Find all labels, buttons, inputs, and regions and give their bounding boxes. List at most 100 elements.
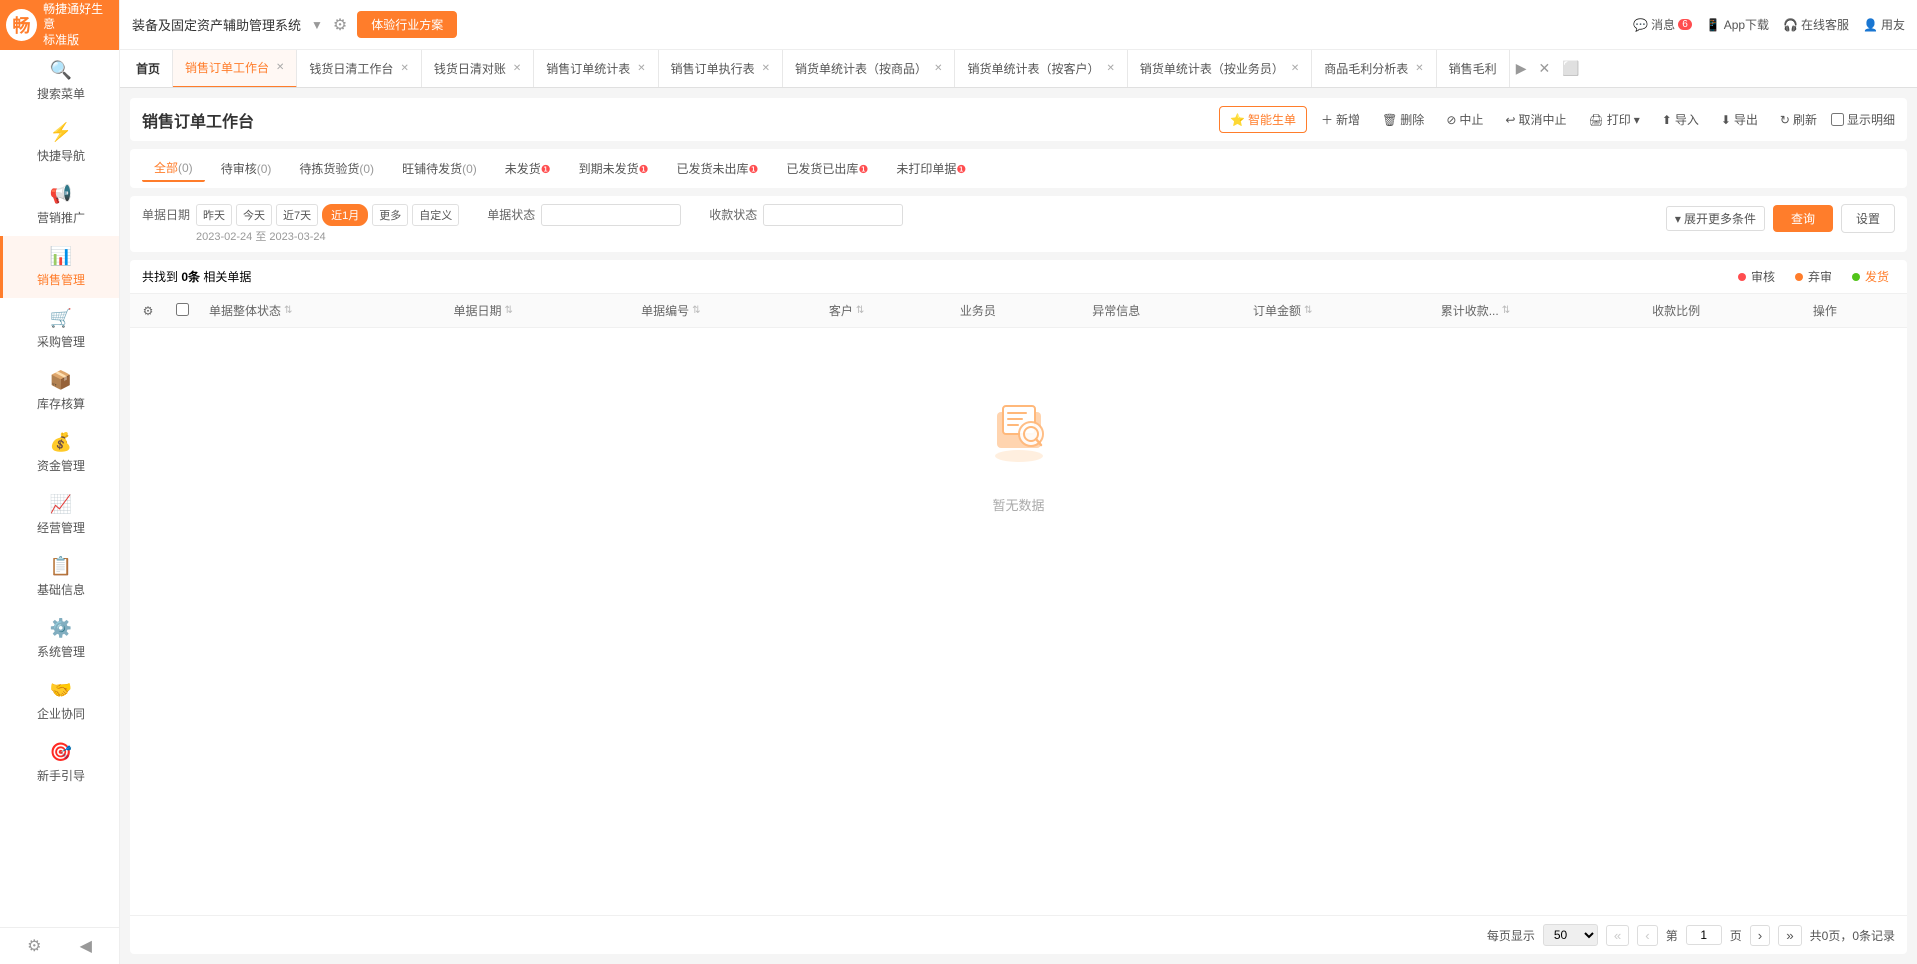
import-btn[interactable]: ⬆ 导入	[1654, 107, 1707, 132]
date-yesterday[interactable]: 昨天	[196, 204, 232, 226]
show-detail-checkbox[interactable]: 显示明细	[1831, 111, 1895, 128]
tab-close-icon[interactable]: ✕	[1415, 63, 1423, 74]
first-page-btn[interactable]: «	[1606, 925, 1629, 946]
app-download-label: App下载	[1724, 16, 1769, 33]
refresh-btn[interactable]: ↻ 刷新	[1772, 107, 1825, 132]
sidebar-item-operation[interactable]: 📈 经营管理	[0, 484, 119, 546]
prev-page-btn[interactable]: ‹	[1637, 925, 1657, 946]
ftab-shipped-not-out[interactable]: 已发货未出库❶	[665, 156, 771, 181]
ship-action-btn[interactable]: 发货	[1846, 266, 1895, 287]
cancel-stop-btn[interactable]: ↩ 取消中止	[1497, 107, 1574, 132]
sidebar-item-quicknav[interactable]: ⚡ 快捷导航	[0, 112, 119, 174]
topbar-dropdown-icon[interactable]: ▼	[311, 18, 323, 32]
sidebar-item-label: 销售管理	[37, 271, 85, 288]
sort-icon[interactable]: ⇅	[856, 305, 864, 316]
tab-sales-workbench[interactable]: 销售订单工作台 ✕	[173, 50, 297, 88]
sidebar-item-newbie[interactable]: 🎯 新手引导	[0, 732, 119, 794]
settings-icon[interactable]: ⚙	[143, 304, 154, 318]
ftab-pending-review[interactable]: 待审核(0)	[209, 156, 284, 181]
ftab-not-printed[interactable]: 未打印单据❶	[884, 156, 978, 181]
ftab-all[interactable]: 全部(0)	[142, 155, 205, 182]
ftab-pending-inspect[interactable]: 待拣货验货(0)	[287, 156, 386, 181]
sidebar-collapse-icon[interactable]: ◀	[80, 936, 92, 956]
sort-icon[interactable]: ⇅	[504, 305, 512, 316]
review-action-btn[interactable]: 审核	[1732, 266, 1781, 287]
delete-btn[interactable]: 🗑 删除	[1374, 107, 1432, 132]
export-btn[interactable]: ⬇ 导出	[1713, 107, 1766, 132]
add-btn[interactable]: ＋ 新增	[1313, 107, 1368, 132]
smart-generate-btn[interactable]: ⭐ 智能生单	[1219, 106, 1307, 133]
print-btn[interactable]: 🖨 打印 ▾	[1580, 107, 1647, 132]
tab-cash-daily[interactable]: 钱货日清工作台 ✕	[297, 50, 421, 88]
sidebar-item-sales[interactable]: 📊 销售管理	[0, 236, 119, 298]
sort-icon[interactable]: ⇅	[1304, 305, 1312, 316]
settings-btn[interactable]: 设置	[1841, 204, 1895, 233]
expand-conditions-btn[interactable]: ▾ 展开更多条件	[1666, 206, 1765, 231]
sidebar-item-finance[interactable]: 💰 资金管理	[0, 422, 119, 484]
tab-close-all[interactable]: ✕	[1532, 60, 1556, 77]
col-salesperson-label: 业务员	[960, 302, 996, 319]
sidebar-item-inventory[interactable]: 📦 库存核算	[0, 360, 119, 422]
tab-product-margin[interactable]: 商品毛利分析表 ✕	[1312, 50, 1436, 88]
tab-sales-profit[interactable]: 销售毛利	[1437, 50, 1510, 88]
sidebar-item-search[interactable]: 🔍 搜索菜单	[0, 50, 119, 112]
select-all-checkbox[interactable]	[176, 303, 189, 316]
sidebar-settings-icon[interactable]: ⚙	[27, 936, 41, 956]
tab-close-icon[interactable]: ✕	[1291, 63, 1299, 74]
sidebar-item-basic[interactable]: 📋 基础信息	[0, 546, 119, 608]
per-page-select[interactable]: 50 10 20 100	[1543, 924, 1598, 946]
query-btn[interactable]: 查询	[1773, 205, 1833, 232]
ftab-not-shipped[interactable]: 未发货❶	[493, 156, 563, 181]
col-amount-label: 订单金额	[1253, 302, 1301, 319]
tab-cash-reconcile[interactable]: 钱货日清对账 ✕	[422, 50, 534, 88]
sort-icon[interactable]: ⇅	[284, 305, 292, 316]
tab-sales-summary-prod[interactable]: 销货单统计表（按商品） ✕	[783, 50, 955, 88]
user-menu-btn[interactable]: 👤 用友	[1863, 16, 1905, 33]
app-download-btn[interactable]: 📱 App下载	[1706, 16, 1769, 33]
date-1month[interactable]: 近1月	[322, 204, 368, 226]
date-more[interactable]: 更多	[372, 204, 408, 226]
tab-close-icon[interactable]: ✕	[276, 62, 284, 73]
tab-expand-icon[interactable]: ⬜	[1556, 60, 1585, 77]
sidebar-item-coop[interactable]: 🤝 企业协同	[0, 670, 119, 732]
tab-home[interactable]: 首页	[124, 50, 173, 88]
tab-close-icon[interactable]: ✕	[1106, 63, 1114, 74]
tab-close-icon[interactable]: ✕	[513, 63, 521, 74]
online-service-btn[interactable]: 🎧 在线客服	[1783, 16, 1849, 33]
tab-sales-summary-cust[interactable]: 销货单统计表（按客户） ✕	[955, 50, 1127, 88]
date-7days[interactable]: 近7天	[276, 204, 318, 226]
message-btn[interactable]: 💬 消息 6	[1633, 16, 1692, 33]
stop-btn[interactable]: ⊘ 中止	[1438, 107, 1491, 132]
sort-icon[interactable]: ⇅	[1502, 305, 1510, 316]
show-detail-label: 显示明细	[1847, 111, 1895, 128]
collection-select[interactable]	[763, 204, 903, 226]
sidebar-item-system[interactable]: ⚙️ 系统管理	[0, 608, 119, 670]
tab-close-icon[interactable]: ✕	[762, 63, 770, 74]
ftab-shipped-out[interactable]: 已发货已出库❶	[774, 156, 880, 181]
date-custom[interactable]: 自定义	[412, 204, 459, 226]
next-page-btn[interactable]: ›	[1750, 925, 1770, 946]
sidebar-item-purchase[interactable]: 🛒 采购管理	[0, 298, 119, 360]
tab-scroll-right[interactable]: ▶	[1510, 60, 1533, 77]
empty-state: 暂无数据	[130, 328, 1907, 574]
tab-sales-exec[interactable]: 销售订单执行表 ✕	[659, 50, 783, 88]
tab-sales-summary-staff[interactable]: 销货单统计表（按业务员） ✕	[1128, 50, 1312, 88]
sidebar-item-marketing[interactable]: 📢 营销推广	[0, 174, 119, 236]
cancel-review-action-btn[interactable]: 弃审	[1789, 266, 1838, 287]
sort-icon[interactable]: ⇅	[692, 305, 700, 316]
date-today[interactable]: 今天	[236, 204, 272, 226]
status-select[interactable]	[541, 204, 681, 226]
topbar-settings-icon[interactable]: ⚙	[333, 15, 347, 35]
tab-close-icon[interactable]: ✕	[400, 63, 408, 74]
tab-sales-stats[interactable]: 销售订单统计表 ✕	[534, 50, 658, 88]
last-page-btn[interactable]: »	[1778, 925, 1801, 946]
tab-close-icon[interactable]: ✕	[934, 63, 942, 74]
system-title: 装备及固定资产辅助管理系统	[132, 15, 301, 34]
show-detail-input[interactable]	[1831, 113, 1844, 126]
tab-label: 销售订单统计表	[546, 60, 630, 77]
tab-close-icon[interactable]: ✕	[637, 63, 645, 74]
page-input[interactable]	[1686, 925, 1722, 945]
ftab-wangpu-pending[interactable]: 旺铺待发货(0)	[390, 156, 489, 181]
trial-btn[interactable]: 体验行业方案	[357, 11, 457, 38]
ftab-overdue-not-shipped[interactable]: 到期未发货❶	[567, 156, 661, 181]
